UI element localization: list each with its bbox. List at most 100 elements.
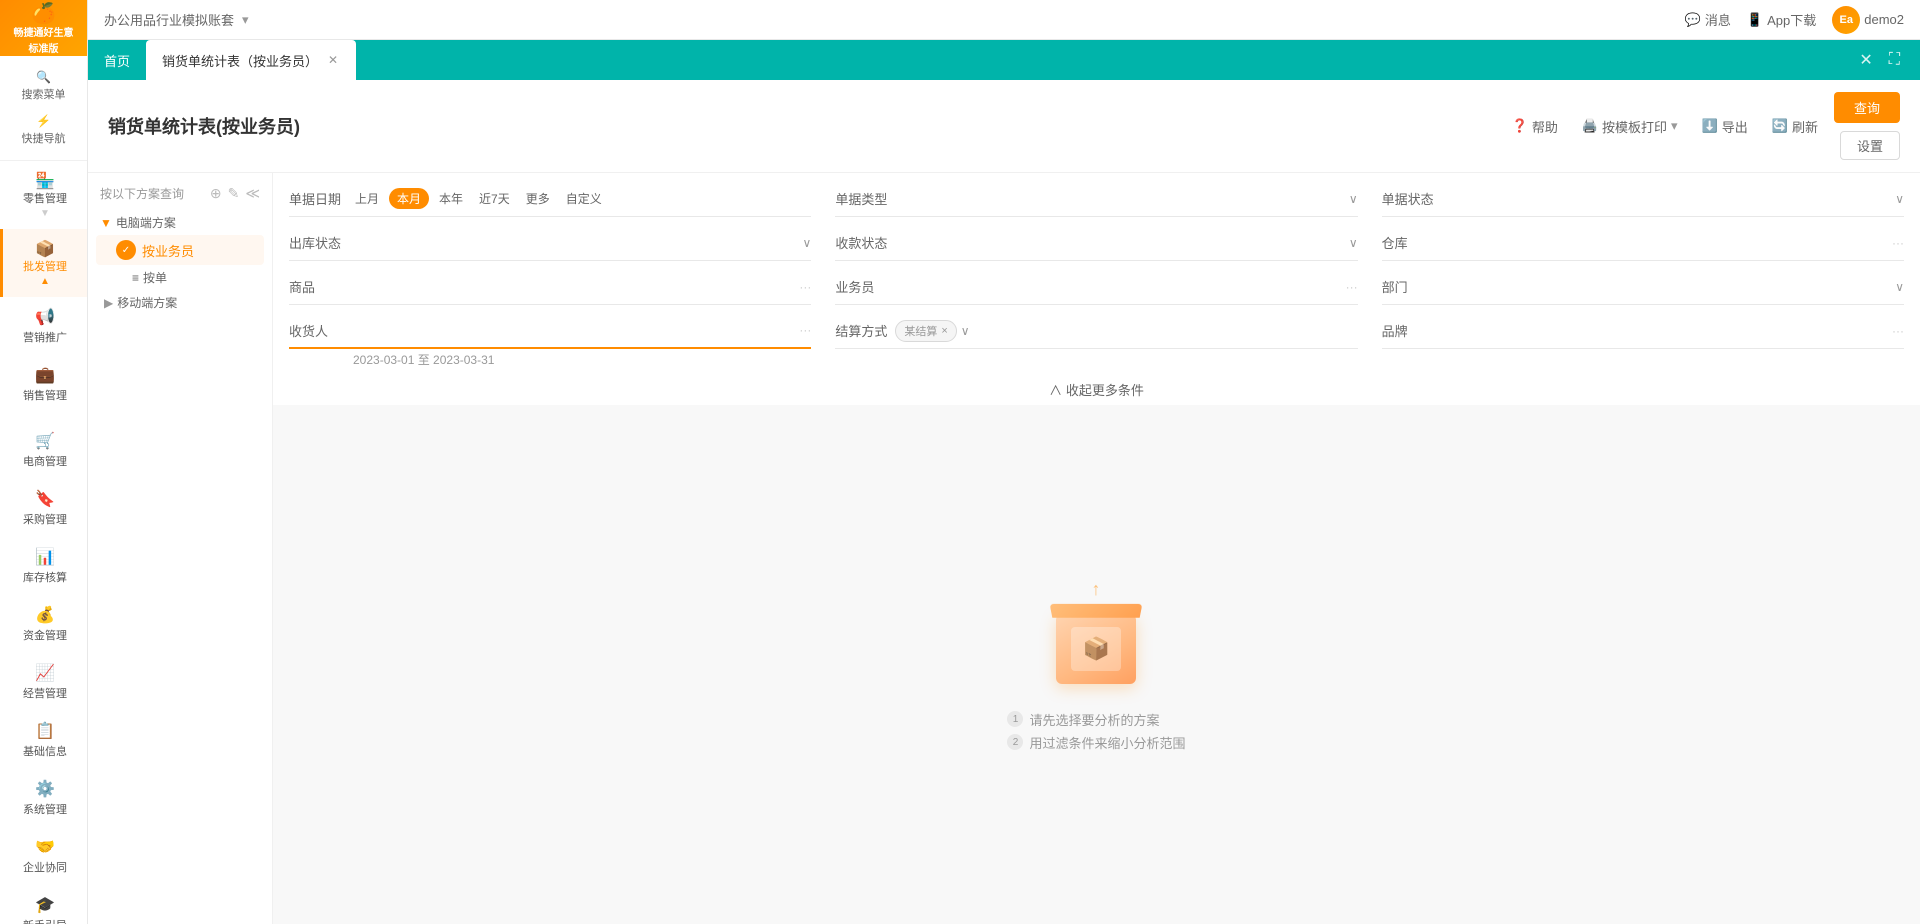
finance-icon: 💰 bbox=[35, 605, 55, 625]
consignee-more-icon[interactable]: ··· bbox=[799, 323, 811, 337]
download-btn[interactable]: 📱 App下载 bbox=[1747, 10, 1816, 29]
refresh-btn[interactable]: 🔄 刷新 bbox=[1764, 113, 1826, 140]
settlement-arrow[interactable]: ∨ bbox=[961, 324, 970, 338]
brand-more-icon[interactable]: ··· bbox=[1892, 324, 1904, 338]
add-scheme-icon[interactable]: ⊕ bbox=[210, 185, 222, 202]
date-this-year[interactable]: 本年 bbox=[433, 188, 469, 209]
export-btn[interactable]: ⬇️ 导出 bbox=[1694, 113, 1756, 140]
consignee-label: 收货人 bbox=[289, 321, 349, 340]
collapse-row[interactable]: ∧ 收起更多条件 bbox=[289, 374, 1904, 405]
retail-arrow: ▼ bbox=[40, 208, 50, 219]
edit-scheme-icon[interactable]: ✎ bbox=[228, 185, 240, 202]
goods-more-icon[interactable]: ··· bbox=[799, 280, 811, 294]
nav-finance[interactable]: 💰 资金管理 bbox=[0, 595, 87, 653]
doc-status-label: 单据状态 bbox=[1382, 189, 1442, 208]
staff-more-icon[interactable]: ··· bbox=[1346, 280, 1358, 294]
search-menu-item[interactable]: 🔍 搜索菜单 bbox=[0, 64, 87, 108]
brand-input[interactable] bbox=[1442, 323, 1888, 338]
user-menu[interactable]: Ea demo2 bbox=[1832, 6, 1904, 34]
collapse-icon[interactable]: ≪ bbox=[245, 185, 260, 202]
staff-scheme-label: 按业务员 bbox=[142, 241, 194, 260]
robot-face: 📦 bbox=[1071, 627, 1121, 671]
sales-stat-label: 销货单统计表（按业务员） bbox=[162, 51, 318, 70]
hint-text-1: 请先选择要分析的方案 bbox=[1029, 710, 1159, 729]
out-status-arrow[interactable]: ∨ bbox=[803, 236, 812, 250]
collection-input[interactable] bbox=[895, 235, 1345, 250]
scheme-item-by-staff[interactable]: ✓ 按业务员 bbox=[96, 235, 264, 265]
goods-label: 商品 bbox=[289, 277, 349, 296]
doc-status-control: ∨ bbox=[1442, 191, 1904, 206]
date-this-month[interactable]: 本月 bbox=[389, 188, 429, 209]
date-7days[interactable]: 近7天 bbox=[473, 188, 516, 209]
tab-home[interactable]: 首页 bbox=[88, 40, 146, 80]
box-lid bbox=[1050, 603, 1143, 617]
doc-type-arrow[interactable]: ∨ bbox=[1349, 192, 1358, 206]
nav-inventory[interactable]: 📊 库存核算 bbox=[0, 537, 87, 595]
nav-basic[interactable]: 📋 基础信息 bbox=[0, 711, 87, 769]
date-more[interactable]: 更多 bbox=[520, 188, 556, 209]
warehouse-input[interactable] bbox=[1442, 235, 1888, 250]
export-label: 导出 bbox=[1722, 117, 1748, 136]
right-content: 单据日期 上月 本月 本年 近7天 更多 自定义 单据类型 bbox=[273, 173, 1920, 924]
page-header-actions: ❓ 帮助 🖨️ 按模板打印 ▾ ⬇️ 导出 🔄 刷新 查询 bbox=[1504, 92, 1900, 160]
date-custom[interactable]: 自定义 bbox=[560, 188, 608, 209]
mobile-arrow-icon: ▶ bbox=[104, 296, 113, 310]
warehouse-more-icon[interactable]: ··· bbox=[1892, 236, 1904, 250]
settlement-tag-close[interactable]: × bbox=[941, 325, 947, 337]
nav-sales[interactable]: 💼 销售管理 bbox=[0, 355, 87, 413]
retail-label: 零售管理 bbox=[23, 193, 67, 206]
brand-control: ··· bbox=[1442, 323, 1904, 338]
nav-retail[interactable]: 🏪 零售管理 ▼ bbox=[0, 161, 87, 229]
restore-btn[interactable]: ⛶ bbox=[1885, 47, 1904, 73]
goods-control: ··· bbox=[349, 279, 811, 294]
message-icon: 💬 bbox=[1685, 12, 1701, 28]
scheme-group-mobile: ▶ 移动端方案 bbox=[88, 290, 272, 315]
tab-sales-stat[interactable]: 销货单统计表（按业务员） ✕ bbox=[146, 40, 356, 80]
help-btn[interactable]: ❓ 帮助 bbox=[1504, 113, 1566, 140]
doc-status-input[interactable] bbox=[1442, 191, 1892, 206]
out-status-input[interactable] bbox=[349, 235, 799, 250]
query-button[interactable]: 查询 bbox=[1834, 92, 1900, 123]
scheme-group-desktop-label: ▼ 电脑端方案 bbox=[96, 210, 264, 235]
nav-guide[interactable]: 🎓 新手引导 bbox=[0, 885, 87, 924]
dept-input[interactable] bbox=[1442, 279, 1892, 294]
tab-close-icon[interactable]: ✕ bbox=[326, 51, 340, 69]
left-panel: 按以下方案查询 ⊕ ✎ ≪ ▼ 电脑端方案 ✓ 按业务员 bbox=[88, 173, 273, 924]
mobile-scheme-label[interactable]: ▶ 移动端方案 bbox=[96, 290, 264, 315]
search-icon: 🔍 bbox=[36, 70, 51, 84]
page-title: 销货单统计表(按业务员) bbox=[108, 113, 300, 139]
nav-system[interactable]: ⚙️ 系统管理 bbox=[0, 769, 87, 827]
consignee-input[interactable] bbox=[349, 323, 795, 338]
nav-ecom[interactable]: 🛒 电商管理 bbox=[0, 421, 87, 479]
topbar-dropdown-icon[interactable]: ▾ bbox=[242, 12, 249, 28]
settings-button[interactable]: 设置 bbox=[1840, 131, 1900, 160]
warehouse-label: 仓库 bbox=[1382, 233, 1442, 252]
empty-state: 📦 ↑ 1 请先选择要分析的方案 bbox=[1007, 574, 1185, 756]
consignee-control: ··· bbox=[349, 323, 811, 338]
message-label: 消息 bbox=[1705, 10, 1731, 29]
nav-wholesale[interactable]: 📦 批发管理 ▲ bbox=[0, 229, 87, 297]
nav-collab[interactable]: 🤝 企业协同 bbox=[0, 827, 87, 885]
scheme-expand-arrow[interactable]: ▼ bbox=[100, 216, 112, 230]
doc-status-arrow[interactable]: ∨ bbox=[1895, 192, 1904, 206]
hint-num-2: 2 bbox=[1007, 734, 1023, 750]
doc-type-input[interactable] bbox=[895, 191, 1345, 206]
nav-purchase[interactable]: 🔖 采购管理 bbox=[0, 479, 87, 537]
content-inner: 按以下方案查询 ⊕ ✎ ≪ ▼ 电脑端方案 ✓ 按业务员 bbox=[88, 173, 1920, 924]
message-btn[interactable]: 💬 消息 bbox=[1685, 10, 1731, 29]
close-all-tabs-btn[interactable]: ✕ bbox=[1855, 46, 1876, 74]
goods-input[interactable] bbox=[349, 279, 795, 294]
sales-label: 销售管理 bbox=[23, 387, 67, 403]
purchase-label: 采购管理 bbox=[23, 511, 67, 527]
dept-arrow[interactable]: ∨ bbox=[1895, 280, 1904, 294]
empty-illustration: 📦 ↑ bbox=[1036, 574, 1156, 694]
date-last-month[interactable]: 上月 bbox=[349, 188, 385, 209]
collection-arrow[interactable]: ∨ bbox=[1349, 236, 1358, 250]
nav-marketing[interactable]: 📢 营销推广 bbox=[0, 297, 87, 355]
quick-nav-label: 快捷导航 bbox=[0, 130, 87, 146]
staff-input[interactable] bbox=[895, 279, 1341, 294]
nav-operation[interactable]: 📈 经营管理 bbox=[0, 653, 87, 711]
quick-nav-item[interactable]: ⚡ 快捷导航 bbox=[0, 108, 87, 152]
scheme-sub-by-order[interactable]: ≡ 按单 bbox=[96, 265, 264, 290]
print-btn[interactable]: 🖨️ 按模板打印 ▾ bbox=[1574, 113, 1686, 140]
